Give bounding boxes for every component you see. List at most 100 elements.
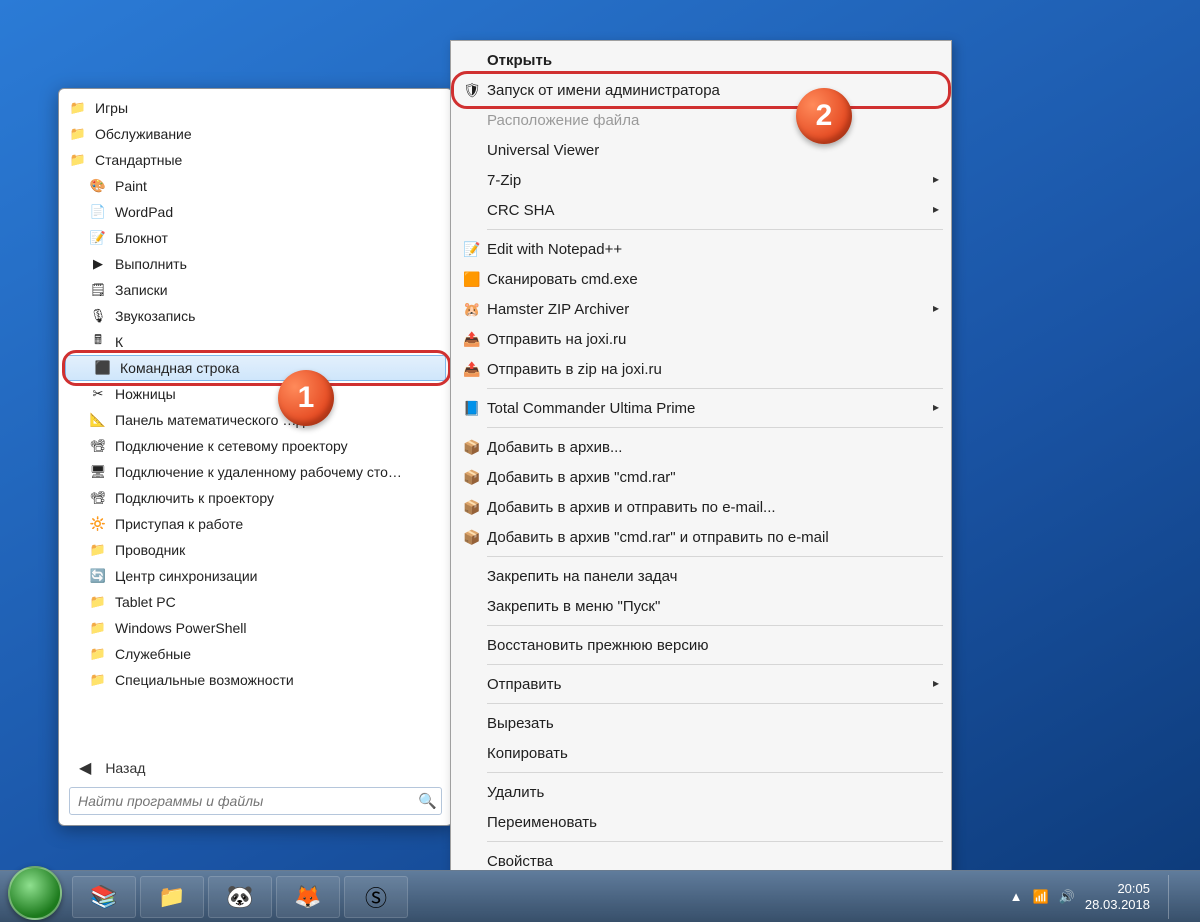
start-menu-folder[interactable]: 📁Игры (61, 95, 450, 121)
folder-icon: 📁 (89, 671, 107, 689)
context-menu-item[interactable]: 🐹Hamster ZIP Archiver (453, 294, 949, 324)
context-menu-separator (487, 703, 943, 704)
start-menu-folder[interactable]: 📁Стандартные (61, 147, 450, 173)
context-menu-item-label: Расположение файла (487, 112, 949, 129)
start-menu-folder[interactable]: 📁Служебные (61, 641, 450, 667)
app-label: Paint (115, 178, 147, 194)
start-menu-folder[interactable]: 📁Специальные возможности (61, 667, 450, 693)
taskbar-item-firefox[interactable]: 🦊 (276, 876, 340, 918)
taskbar-item-explorer[interactable]: 📁 (140, 876, 204, 918)
volume-icon[interactable]: 🔊 (1059, 889, 1075, 905)
context-menu-item-label: Добавить в архив и отправить по e-mail..… (487, 499, 949, 516)
context-menu-item[interactable]: Расположение файла (453, 105, 949, 135)
start-menu-item[interactable]: ✂ Ножницы (61, 381, 450, 407)
context-menu-item-icon (457, 139, 487, 161)
app-icon: 📁 (89, 541, 107, 559)
back-label: Назад (105, 760, 145, 776)
context-menu-item-label: Открыть (487, 52, 949, 69)
context-menu-item[interactable]: Закрепить в меню "Пуск" (453, 591, 949, 621)
app-icon: 🔄 (89, 567, 107, 585)
context-menu-item-run-as-admin[interactable]: 🛡Запуск от имени администратора (453, 75, 949, 105)
start-menu-item[interactable]: 📝Блокнот (61, 225, 450, 251)
context-menu-item[interactable]: 📦Добавить в архив... (453, 432, 949, 462)
start-menu-folder[interactable]: 📁Tablet PC (61, 589, 450, 615)
context-menu-item[interactable]: 🟧Сканировать cmd.exe (453, 264, 949, 294)
tray-up-icon[interactable]: ▲ (1010, 889, 1023, 904)
start-menu-item[interactable]: 🎙Звукозапись (61, 303, 450, 329)
context-menu-item[interactable]: Вырезать (453, 708, 949, 738)
start-menu-item[interactable]: 🔄Центр синхронизации (61, 563, 450, 589)
folder-icon: 📁 (89, 645, 107, 663)
context-menu-item[interactable]: 📤Отправить в zip на joxi.ru (453, 354, 949, 384)
taskbar-item-skype[interactable]: Ⓢ (344, 876, 408, 918)
app-icon: 🎨 (89, 177, 107, 195)
context-menu-separator (487, 388, 943, 389)
context-menu-item-icon (457, 673, 487, 695)
context-menu-item-label: Закрепить в меню "Пуск" (487, 598, 949, 615)
start-menu-item[interactable]: 📁Проводник (61, 537, 450, 563)
start-menu-item[interactable]: 🎨 Paint (61, 173, 450, 199)
start-menu-back-button[interactable]: ◀ Назад (61, 753, 450, 783)
context-menu-item-label: Добавить в архив "cmd.rar" и отправить п… (487, 529, 949, 546)
context-menu-item[interactable]: 📦Добавить в архив "cmd.rar" (453, 462, 949, 492)
app-icon: 🔆 (89, 515, 107, 533)
context-menu-item[interactable]: CRC SHA (453, 195, 949, 225)
context-menu-item-label: Hamster ZIP Archiver (487, 301, 949, 318)
context-menu-item[interactable]: Отправить (453, 669, 949, 699)
app-label: Командная строка (120, 360, 239, 376)
context-menu-item[interactable]: 📦Добавить в архив "cmd.rar" и отправить … (453, 522, 949, 552)
context-menu-item-icon: 📝 (457, 238, 487, 260)
context-menu-item[interactable]: 📤Отправить на joxi.ru (453, 324, 949, 354)
context-menu-item[interactable]: 📘Total Commander Ultima Prime (453, 393, 949, 423)
context-menu-item-label: Отправить на joxi.ru (487, 331, 949, 348)
start-menu-item[interactable]: 📽Подключение к сетевому проектору (61, 433, 450, 459)
start-menu-item[interactable]: 📄WordPad (61, 199, 450, 225)
context-menu-separator (487, 841, 943, 842)
taskbar-item-panda[interactable]: 🐼 (208, 876, 272, 918)
context-menu-item[interactable]: Копировать (453, 738, 949, 768)
folder-label: Tablet PC (115, 594, 176, 610)
context-menu-item-icon: 📦 (457, 526, 487, 548)
context-menu-item-label: Вырезать (487, 715, 949, 732)
context-menu-item-icon: 🐹 (457, 298, 487, 320)
app-label: Ножницы (115, 386, 176, 402)
start-menu-search-input[interactable] (69, 787, 442, 815)
start-menu-folder[interactable]: 📁Обслуживание (61, 121, 450, 147)
context-menu-item[interactable]: Открыть (453, 45, 949, 75)
app-icon: 📽 (89, 437, 107, 455)
taskbar-clock[interactable]: 20:05 28.03.2018 (1085, 881, 1150, 913)
start-menu-item[interactable]: 🖥Подключение к удаленному рабочему сто… (61, 459, 450, 485)
context-menu-item[interactable]: 📝Edit with Notepad++ (453, 234, 949, 264)
start-menu-item[interactable]: 🗒Записки (61, 277, 450, 303)
network-icon[interactable]: 📶 (1033, 889, 1049, 905)
start-menu-item[interactable]: 🔆Приступая к работе (61, 511, 450, 537)
context-menu-item[interactable]: Переименовать (453, 807, 949, 837)
start-menu-folder[interactable]: 📁Windows PowerShell (61, 615, 450, 641)
context-menu-item-icon: 📦 (457, 466, 487, 488)
start-menu-item[interactable]: ▶Выполнить (61, 251, 450, 277)
context-menu-item-icon: 📤 (457, 358, 487, 380)
context-menu-item-icon: 📤 (457, 328, 487, 350)
context-menu-item-label: Переименовать (487, 814, 949, 831)
context-menu-item-label: Отправить в zip на joxi.ru (487, 361, 949, 378)
context-menu-item[interactable]: 7-Zip (453, 165, 949, 195)
show-desktop-button[interactable] (1168, 875, 1186, 919)
folder-icon: 📁 (89, 619, 107, 637)
start-menu-item-command-prompt[interactable]: ⬛Командная строка (65, 355, 446, 381)
context-menu-item[interactable]: 📦Добавить в архив и отправить по e-mail.… (453, 492, 949, 522)
context-menu-item[interactable]: Удалить (453, 777, 949, 807)
context-menu-item[interactable]: Восстановить прежнюю версию (453, 630, 949, 660)
context-menu-item[interactable]: Закрепить на панели задач (453, 561, 949, 591)
start-menu-item[interactable]: 📽Подключить к проектору (61, 485, 450, 511)
context-menu-item-label: Добавить в архив "cmd.rar" (487, 469, 949, 486)
taskbar-item-library[interactable]: 📚 (72, 876, 136, 918)
start-menu-item[interactable]: 📐Панель математического …да (61, 407, 450, 433)
context-menu-item-label: Сканировать cmd.exe (487, 271, 949, 288)
app-icon: ✂ (89, 385, 107, 403)
context-menu-item-icon (457, 811, 487, 833)
app-icon: 🎙 (89, 307, 107, 325)
start-menu-item[interactable]: 🖩К (61, 329, 450, 355)
context-menu-item[interactable]: Universal Viewer (453, 135, 949, 165)
context-menu-item-label: Копировать (487, 745, 949, 762)
start-button[interactable] (8, 866, 62, 920)
